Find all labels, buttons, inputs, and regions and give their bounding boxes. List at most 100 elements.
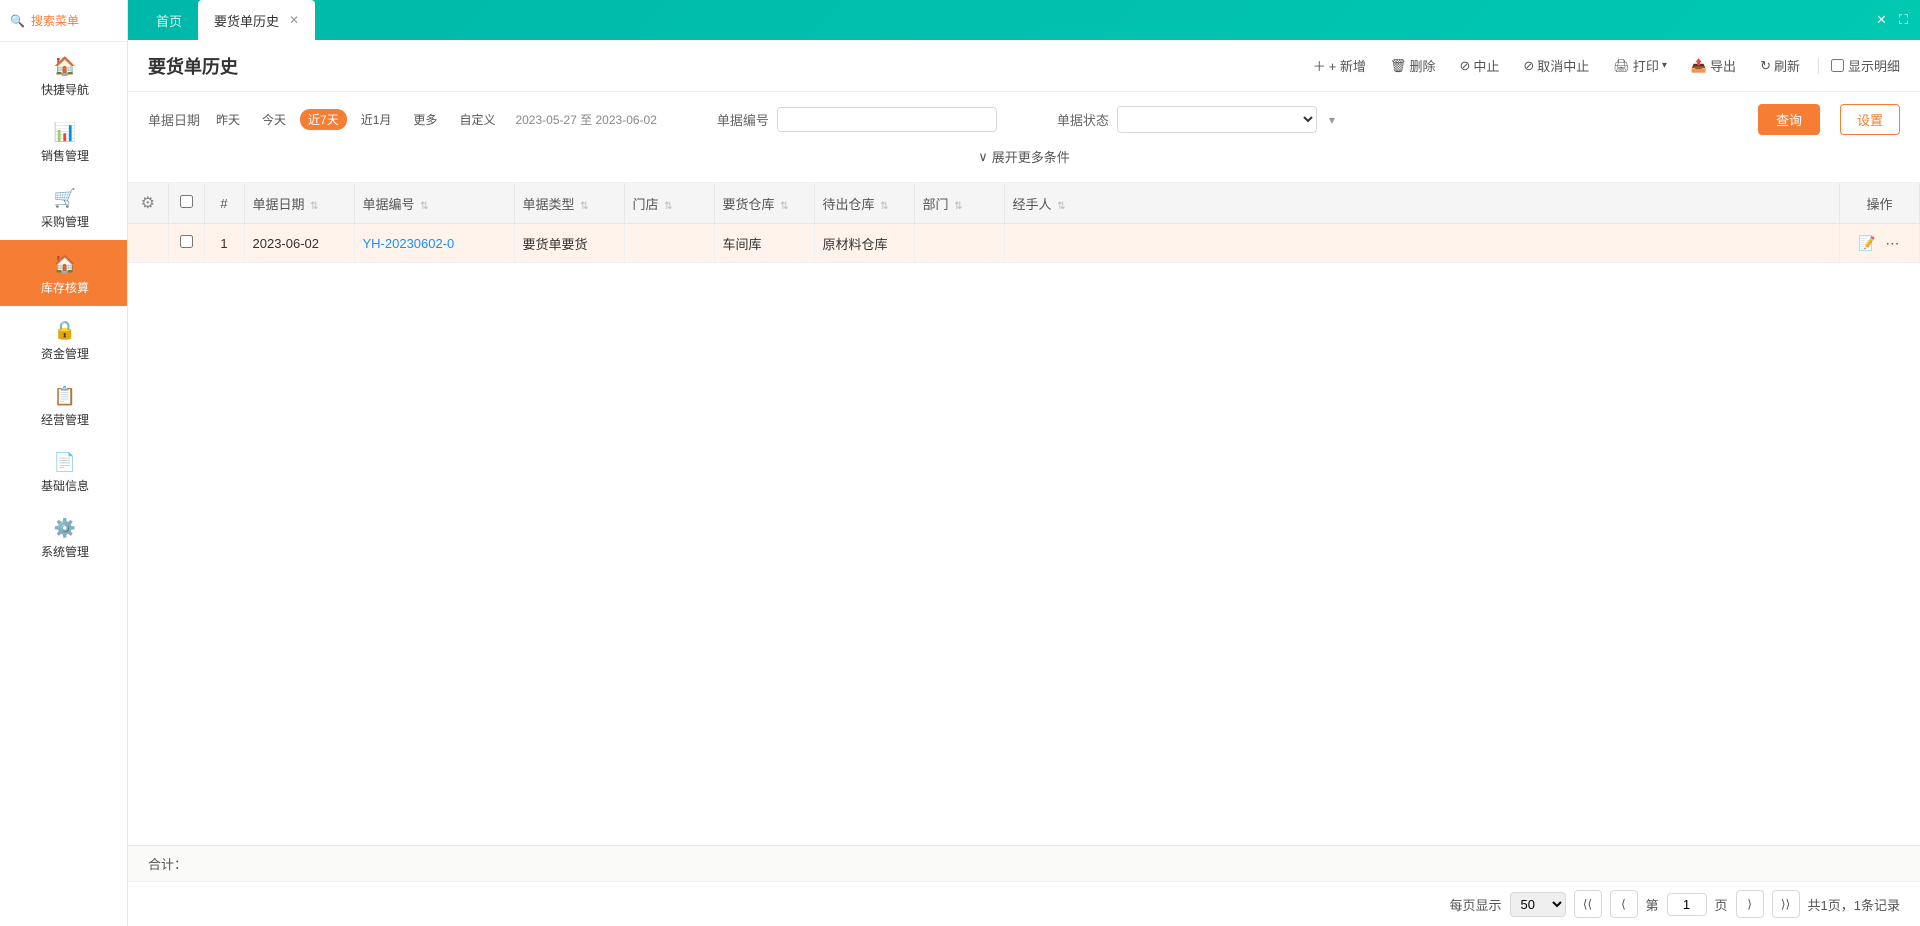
- sidebar-search[interactable]: 🔍 搜索菜单: [0, 0, 127, 42]
- sidebar-item-ops[interactable]: 📋 经营管理: [0, 372, 127, 438]
- total-info: 共1页，1条记录: [1808, 895, 1900, 914]
- row-code-cell[interactable]: YH-20230602-0: [354, 224, 514, 263]
- date-range-display: 2023-05-27 至 2023-06-02: [515, 111, 656, 128]
- date-custom-btn[interactable]: 自定义: [451, 109, 503, 130]
- date-today-btn[interactable]: 今天: [254, 109, 294, 130]
- col-store-header[interactable]: 门店 ⇅: [624, 183, 714, 224]
- query-button[interactable]: 查询: [1758, 104, 1820, 135]
- table-row[interactable]: 1 2023-06-02 YH-20230602-0 要货单要货: [128, 224, 1920, 263]
- col-type-header[interactable]: 单据类型 ⇅: [514, 183, 624, 224]
- summary-bar: 合计：: [128, 845, 1920, 881]
- table-header-row: ⚙ # 单据日期 ⇅ 单据编号 ⇅: [128, 183, 1920, 224]
- col-settings-header[interactable]: ⚙: [128, 183, 168, 224]
- sidebar-item-label: 库存核算: [41, 279, 89, 296]
- date-yesterday-btn[interactable]: 昨天: [208, 109, 248, 130]
- settings-button[interactable]: 设置: [1840, 104, 1900, 135]
- row-code-link[interactable]: YH-20230602-0: [363, 236, 455, 251]
- date-1month-btn[interactable]: 近1月: [353, 109, 400, 130]
- row-edit-icon[interactable]: 📝: [1856, 232, 1878, 254]
- status-filter-select[interactable]: [1117, 106, 1317, 133]
- divider: [1818, 58, 1819, 74]
- page-prev-button[interactable]: ⟨: [1610, 890, 1638, 918]
- col-code-header[interactable]: 单据编号 ⇅: [354, 183, 514, 224]
- window-maximize-button[interactable]: ⛶: [1899, 12, 1908, 28]
- pagination: 每页显示 50 10 20 100 ⟨⟨ ⟨ 第 页 ⟩ ⟩⟩ 共1页，1条记录: [128, 881, 1920, 926]
- code-filter-input[interactable]: [777, 107, 997, 132]
- sort-icon-handler: ⇅: [1057, 201, 1065, 212]
- row-warehouse-cell: 车间库: [714, 224, 814, 263]
- add-icon: ＋: [1313, 56, 1326, 75]
- select-all-checkbox[interactable]: [180, 195, 193, 208]
- page-title: 要货单历史: [148, 53, 238, 79]
- expand-row: ∨ 展开更多条件: [148, 143, 1900, 170]
- col-checkbox-header[interactable]: [168, 183, 204, 224]
- tab-home-label: 首页: [156, 11, 182, 30]
- tab-requisition-label: 要货单历史: [214, 11, 279, 30]
- expand-filter-button[interactable]: ∨ 展开更多条件: [966, 143, 1082, 170]
- page-first-button[interactable]: ⟨⟨: [1574, 890, 1602, 918]
- system-icon: ⚙️: [54, 518, 76, 539]
- display-detail-checkbox[interactable]: [1831, 59, 1844, 72]
- sidebar-search-label: 搜索菜单: [31, 12, 79, 29]
- cancel-stop-button[interactable]: ⊘ 取消中止: [1517, 52, 1595, 79]
- col-num-header[interactable]: #: [204, 183, 244, 224]
- main-table: ⚙ # 单据日期 ⇅ 单据编号 ⇅: [128, 183, 1920, 263]
- stop-button[interactable]: ⊘ 中止: [1453, 52, 1505, 79]
- status-filter-label: 单据状态: [1057, 110, 1109, 129]
- row-ops-cell: 📝 ⋯: [1840, 224, 1920, 263]
- summary-label: 合计：: [148, 854, 187, 873]
- date-7days-btn[interactable]: 近7天: [300, 109, 347, 130]
- row-checkbox-cell[interactable]: [168, 224, 204, 263]
- export-button[interactable]: 📤 导出: [1685, 52, 1742, 79]
- col-date-header[interactable]: 单据日期 ⇅: [244, 183, 354, 224]
- refresh-icon: ↻: [1760, 58, 1771, 74]
- date-filter-group: 单据日期 昨天 今天 近7天 近1月 更多 自定义 2023-05-27 至 2…: [148, 109, 657, 130]
- tab-requisition-history[interactable]: 要货单历史 ✕: [198, 0, 315, 40]
- sidebar-item-system[interactable]: ⚙️ 系统管理: [0, 504, 127, 570]
- sidebar-item-sales[interactable]: 📊 销售管理: [0, 108, 127, 174]
- page-label: 第: [1646, 895, 1659, 914]
- table-area: ⚙ # 单据日期 ⇅ 单据编号 ⇅: [128, 183, 1920, 845]
- col-warehouse-header[interactable]: 要货仓库 ⇅: [714, 183, 814, 224]
- purchase-icon: 🛒: [54, 188, 76, 209]
- page-number-input[interactable]: [1667, 893, 1707, 916]
- page-next-button[interactable]: ⟩: [1736, 890, 1764, 918]
- sidebar-item-basic[interactable]: 📄 基础信息: [0, 438, 127, 504]
- sidebar-item-quick-nav[interactable]: 🏠 快捷导航: [0, 42, 127, 108]
- row-checkbox[interactable]: [180, 235, 193, 248]
- sort-icon-store: ⇅: [664, 201, 672, 212]
- print-button[interactable]: 🖨 打印 ▾: [1607, 52, 1673, 79]
- display-detail-toggle[interactable]: 显示明细: [1831, 56, 1900, 75]
- page-size-select[interactable]: 50 10 20 100: [1510, 892, 1566, 917]
- sidebar-item-purchase[interactable]: 🛒 采购管理: [0, 174, 127, 240]
- refresh-button[interactable]: ↻ 刷新: [1754, 52, 1806, 79]
- sidebar-item-label: 采购管理: [41, 213, 89, 230]
- col-pending-header[interactable]: 待出仓库 ⇅: [814, 183, 914, 224]
- delete-button[interactable]: 🗑 删除: [1384, 52, 1442, 79]
- tab-home[interactable]: 首页: [140, 0, 198, 40]
- filter-row-1: 单据日期 昨天 今天 近7天 近1月 更多 自定义 2023-05-27 至 2…: [148, 104, 1900, 135]
- date-more-btn[interactable]: 更多: [405, 109, 445, 130]
- sort-icon-date: ⇅: [310, 201, 318, 212]
- sidebar-item-label: 销售管理: [41, 147, 89, 164]
- page-last-button[interactable]: ⟩⟩: [1772, 890, 1800, 918]
- stop-icon: ⊘: [1459, 58, 1470, 74]
- ops-icon: 📋: [54, 386, 76, 407]
- sidebar: 🔍 搜索菜单 🏠 快捷导航 📊 销售管理 🛒 采购管理 🏠 库存核算 🔒 资金管…: [0, 0, 128, 926]
- add-button[interactable]: ＋ + 新增: [1307, 52, 1372, 79]
- settings-cog-icon[interactable]: ⚙: [141, 193, 155, 213]
- col-handler-header[interactable]: 经手人 ⇅: [1004, 183, 1840, 224]
- sort-icon-dept: ⇅: [954, 201, 962, 212]
- sidebar-item-finance[interactable]: 🔒 资金管理: [0, 306, 127, 372]
- inventory-icon: 🏠: [54, 254, 76, 275]
- row-more-icon[interactable]: ⋯: [1881, 232, 1903, 254]
- sidebar-item-inventory[interactable]: 🏠 库存核算: [0, 240, 127, 306]
- tab-close-icon[interactable]: ✕: [289, 13, 299, 27]
- col-dept-header[interactable]: 部门 ⇅: [914, 183, 1004, 224]
- delete-icon: 🗑: [1390, 58, 1407, 74]
- header-actions: ＋ + 新增 🗑 删除 ⊘ 中止 ⊘ 取消中止 🖨 打印 ▾ 📤: [1307, 52, 1900, 79]
- window-close-button[interactable]: ✕: [1876, 12, 1887, 28]
- status-dropdown-icon: ▾: [1329, 113, 1335, 127]
- print-dropdown-icon: ▾: [1662, 60, 1667, 71]
- print-icon: 🖨: [1613, 58, 1630, 74]
